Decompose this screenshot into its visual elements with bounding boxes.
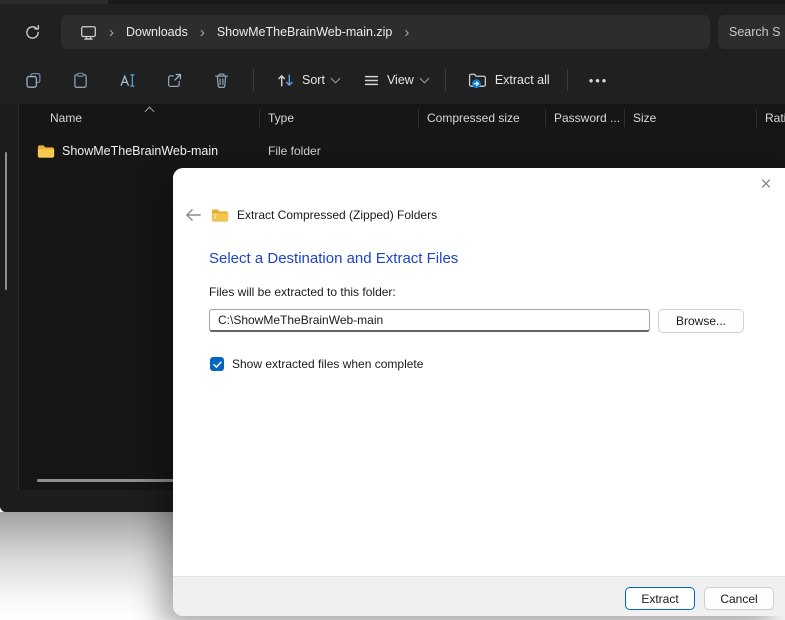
folder-icon [37, 144, 55, 158]
paste-button[interactable] [65, 65, 96, 96]
nav-scrollbar[interactable] [5, 152, 7, 290]
toolbar-separator [566, 69, 568, 91]
breadcrumb-downloads[interactable]: Downloads [126, 25, 188, 39]
extract-label: Extract [641, 591, 679, 606]
extract-dialog: × Extract Compressed (Zipped) Folders Se… [173, 168, 785, 616]
toolbar-separator [444, 69, 446, 91]
refresh-icon [25, 24, 39, 39]
zipped-folder-icon [211, 208, 229, 223]
copy-button[interactable] [18, 65, 49, 96]
search-text: Search S [729, 25, 781, 39]
breadcrumb-chevron-icon[interactable]: › [97, 25, 126, 40]
delete-icon [215, 72, 228, 88]
column-headers: Name Type Compressed size Password ... S… [19, 104, 785, 132]
share-button[interactable] [159, 65, 190, 96]
dialog-heading: Select a Destination and Extract Files [209, 250, 459, 267]
show-files-option: Show extracted files when complete [210, 357, 423, 371]
view-icon [364, 75, 379, 85]
rename-icon [120, 73, 135, 87]
view-button[interactable]: View [356, 64, 435, 96]
address-bar-row: › Downloads › ShowMeTheBrainWeb-main.zip… [0, 4, 785, 56]
chevron-down-icon [419, 73, 430, 83]
rename-button[interactable] [112, 65, 143, 96]
chevron-down-icon [330, 73, 341, 83]
this-pc-icon[interactable] [80, 24, 97, 41]
toolbar-separator [253, 69, 254, 91]
column-header-password[interactable]: Password ... [546, 104, 625, 132]
extract-all-icon [468, 73, 486, 88]
command-bar: Sort View Extract all ••• [0, 56, 785, 104]
column-header-size[interactable]: Size [625, 104, 757, 132]
refresh-button[interactable] [21, 21, 43, 43]
view-label: View [386, 73, 414, 87]
cancel-button[interactable]: Cancel [704, 587, 774, 610]
search-box[interactable]: Search S [718, 15, 785, 49]
column-label: Size [633, 111, 657, 125]
address-bar[interactable]: › Downloads › ShowMeTheBrainWeb-main.zip… [61, 15, 710, 49]
column-label: Name [50, 111, 83, 125]
extract-all-button[interactable]: Extract all [461, 64, 557, 96]
back-arrow-icon [185, 209, 201, 221]
show-files-label: Show extracted files when complete [232, 357, 424, 371]
destination-path-input[interactable] [209, 309, 650, 332]
browse-label: Browse... [675, 314, 726, 328]
dialog-title: Extract Compressed (Zipped) Folders [237, 208, 438, 222]
column-header-ratio[interactable]: Ratio [757, 104, 785, 132]
file-type: File folder [268, 144, 321, 158]
column-header-compressed-size[interactable]: Compressed size [419, 104, 546, 132]
file-name: ShowMeTheBrainWeb-main [62, 144, 219, 158]
dialog-header: Extract Compressed (Zipped) Folders [181, 202, 437, 228]
close-button[interactable]: × [751, 171, 781, 199]
extract-all-label: Extract all [494, 73, 550, 87]
screen: { "icons": { "close": "×", "crumb_chevro… [0, 0, 785, 620]
sort-label: Sort [302, 73, 325, 87]
share-icon [168, 73, 182, 87]
destination-label: Files will be extracted to this folder: [209, 285, 396, 299]
back-button[interactable] [181, 203, 205, 227]
navigation-pane-edge [0, 104, 19, 490]
sort-button[interactable]: Sort [269, 64, 346, 96]
delete-button[interactable] [206, 65, 237, 96]
column-label: Ratio [765, 111, 785, 125]
show-files-checkbox[interactable] [210, 357, 224, 371]
dialog-footer: Extract Cancel [173, 576, 785, 616]
column-header-name[interactable]: Name [19, 104, 260, 132]
paste-icon [74, 72, 87, 88]
column-label: Compressed size [427, 111, 520, 125]
column-label: Type [268, 111, 295, 125]
breadcrumb-chevron-icon[interactable]: › [392, 25, 421, 40]
copy-icon [26, 72, 41, 88]
breadcrumb-chevron-icon[interactable]: › [188, 25, 217, 40]
breadcrumb-zip-file[interactable]: ShowMeTheBrainWeb-main.zip [217, 25, 393, 39]
checkmark-icon [212, 360, 222, 368]
table-row[interactable]: ShowMeTheBrainWeb-main File folder [19, 136, 785, 166]
extract-button[interactable]: Extract [625, 587, 695, 610]
close-icon: × [760, 174, 772, 195]
cancel-label: Cancel [720, 591, 758, 606]
browse-button[interactable]: Browse... [658, 309, 744, 333]
sort-icon [278, 74, 293, 86]
column-header-type[interactable]: Type [260, 104, 419, 132]
more-options-button[interactable]: ••• [589, 73, 609, 88]
column-label: Password ... [554, 111, 621, 125]
